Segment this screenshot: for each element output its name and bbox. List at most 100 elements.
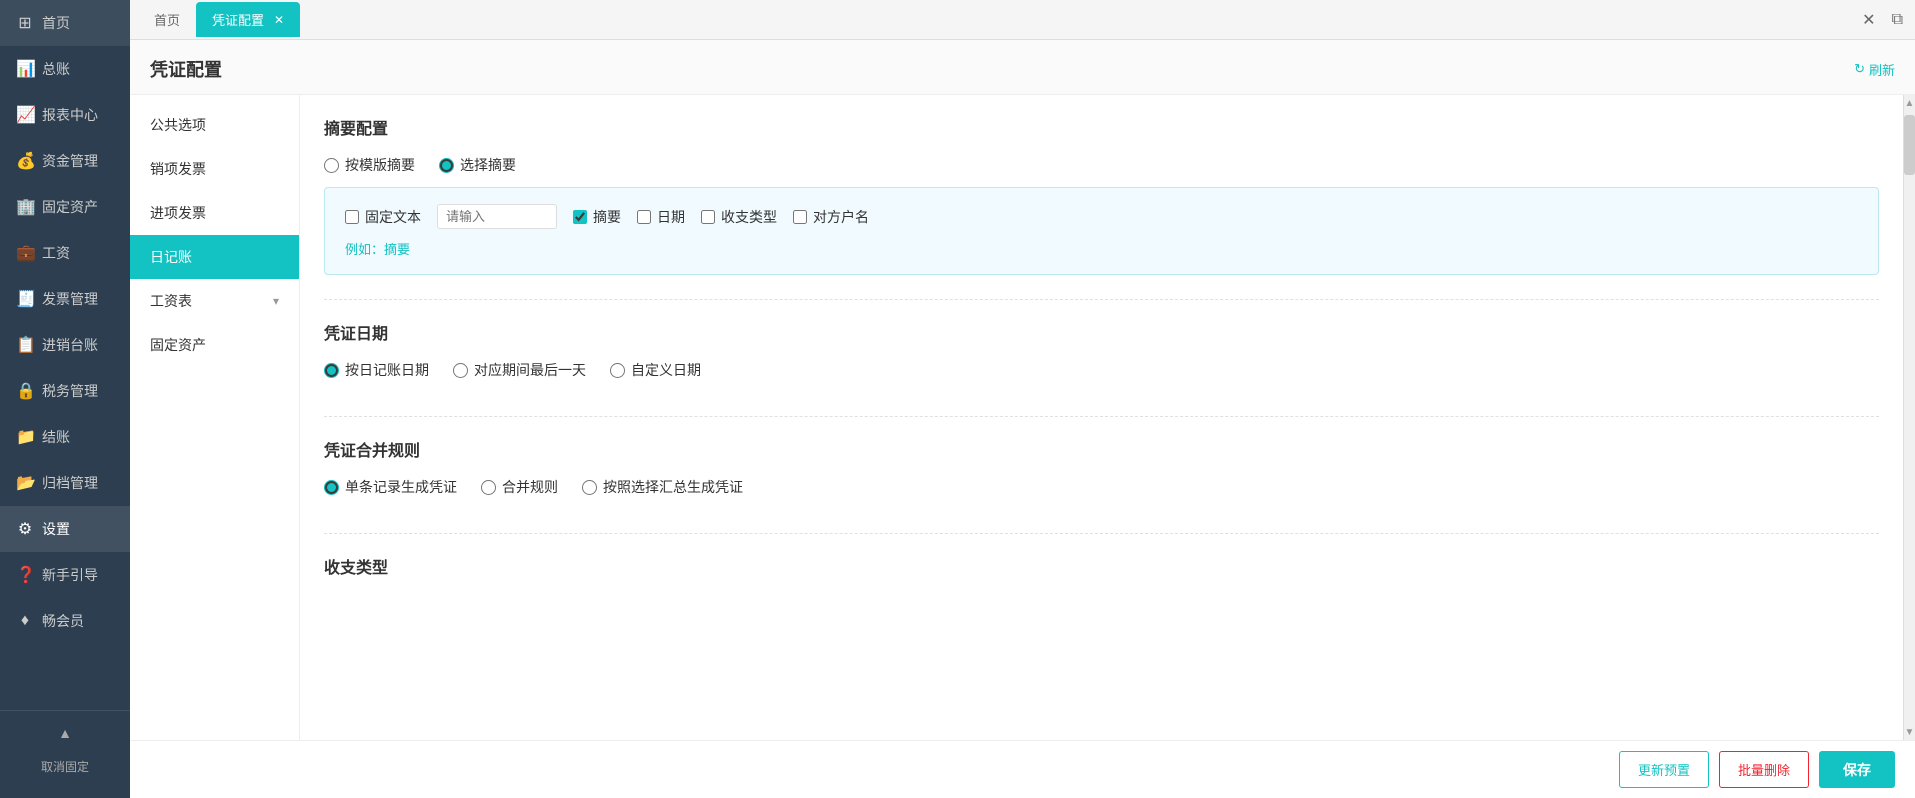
checkbox-date-label: 日期: [657, 207, 685, 227]
nav-item-fixed-assets[interactable]: 固定资产: [130, 323, 299, 367]
refresh-button[interactable]: ↻ 刷新: [1854, 60, 1895, 79]
radio-by-journal-date[interactable]: 按日记账日期: [324, 360, 429, 380]
sidebar-item-funds[interactable]: 💰 资金管理: [0, 138, 130, 184]
radio-template-abstract-input[interactable]: [324, 158, 339, 173]
sidebar-item-sales[interactable]: 📋 进销台账: [0, 322, 130, 368]
sales-icon: 📋: [16, 335, 34, 355]
sidebar-item-guide[interactable]: ❓ 新手引导: [0, 552, 130, 598]
tax-icon: 🔒: [16, 381, 34, 401]
sidebar-item-label: 报表中心: [42, 105, 98, 125]
scroll-up-arrow[interactable]: ▲: [1904, 95, 1915, 111]
sidebar-item-tax[interactable]: 🔒 税务管理: [0, 368, 130, 414]
sidebar-item-label: 畅会员: [42, 611, 84, 631]
settings-icon: ⚙: [16, 519, 34, 539]
nav-item-purchase-invoice[interactable]: 进项发票: [130, 191, 299, 235]
scroll-up-button[interactable]: ▲: [0, 721, 130, 745]
sidebar-item-settings[interactable]: ⚙ 设置: [0, 506, 130, 552]
radio-select-abstract-label: 选择摘要: [460, 155, 516, 175]
radio-template-abstract[interactable]: 按模版摘要: [324, 155, 415, 175]
tab-close-icon[interactable]: ✕: [274, 13, 284, 27]
sidebar-item-label: 首页: [42, 13, 70, 33]
sidebar-item-archive[interactable]: 📂 归档管理: [0, 460, 130, 506]
nav-item-salary-table[interactable]: 工资表 ▾: [130, 279, 299, 323]
radio-template-abstract-label: 按模版摘要: [345, 155, 415, 175]
tab-voucher-config-label: 凭证配置: [212, 10, 264, 29]
fixed-text-input[interactable]: [437, 204, 557, 229]
radio-custom-date[interactable]: 自定义日期: [610, 360, 701, 380]
sidebar-item-home[interactable]: ⊞ 首页: [0, 0, 130, 46]
checkbox-counterparty[interactable]: 对方户名: [793, 207, 869, 227]
update-preview-button[interactable]: 更新预置: [1619, 751, 1709, 788]
sidebar-item-member[interactable]: ♦ 畅会员: [0, 598, 130, 644]
checkbox-abstract-input[interactable]: [573, 210, 587, 224]
checkbox-counterparty-input[interactable]: [793, 210, 807, 224]
nav-purchase-invoice-label: 进项发票: [150, 203, 206, 223]
radio-by-journal-date-label: 按日记账日期: [345, 360, 429, 380]
tab-bar-actions: ✕ ⧉: [1858, 8, 1907, 32]
tab-home-label: 首页: [154, 10, 180, 29]
sidebar-item-assets[interactable]: 🏢 固定资产: [0, 184, 130, 230]
income-type-section-title: 收支类型: [324, 554, 1879, 578]
radio-single-input[interactable]: [324, 480, 339, 495]
sidebar: ⊞ 首页 📊 总账 📈 报表中心 💰 资金管理 🏢 固定资产 💼 工资 🧾 发票…: [0, 0, 130, 798]
nav-item-journal[interactable]: 日记账: [130, 235, 299, 279]
radio-select-abstract[interactable]: 选择摘要: [439, 155, 516, 175]
checkbox-counterparty-label: 对方户名: [813, 207, 869, 227]
radio-single-label: 单条记录生成凭证: [345, 477, 457, 497]
checkbox-income-type[interactable]: 收支类型: [701, 207, 777, 227]
member-icon: ♦: [16, 612, 34, 630]
radio-last-day-input[interactable]: [453, 363, 468, 378]
checkbox-income-type-input[interactable]: [701, 210, 715, 224]
radio-last-day[interactable]: 对应期间最后一天: [453, 360, 586, 380]
radio-merge-rule-input[interactable]: [481, 480, 496, 495]
nav-public-label: 公共选项: [150, 115, 206, 135]
nav-item-public[interactable]: 公共选项: [130, 103, 299, 147]
funds-icon: 💰: [16, 151, 34, 171]
tab-voucher-config[interactable]: 凭证配置 ✕: [196, 2, 300, 37]
checkbox-date[interactable]: 日期: [637, 207, 685, 227]
radio-by-selection-input[interactable]: [582, 480, 597, 495]
close-accounts-icon: 📁: [16, 427, 34, 447]
radio-by-journal-date-input[interactable]: [324, 363, 339, 378]
scroll-thumb[interactable]: [1904, 115, 1915, 175]
scroll-down-arrow[interactable]: ▼: [1904, 724, 1915, 740]
abstract-section-title: 摘要配置: [324, 115, 1879, 139]
window-close-button[interactable]: ✕: [1858, 8, 1879, 32]
refresh-icon: ↻: [1854, 61, 1865, 77]
checkbox-fixed-text-input[interactable]: [345, 210, 359, 224]
income-type-section: 收支类型: [324, 554, 1879, 618]
nav-item-sales-invoice[interactable]: 销项发票: [130, 147, 299, 191]
sidebar-item-invoice[interactable]: 🧾 发票管理: [0, 276, 130, 322]
inner-layout: 公共选项 销项发票 进项发票 日记账 工资表 ▾ 固定资产: [130, 95, 1915, 740]
nav-sales-invoice-label: 销项发票: [150, 159, 206, 179]
abstract-checkbox-row: 固定文本 摘要 日期: [345, 204, 1858, 229]
sidebar-item-salary[interactable]: 💼 工资: [0, 230, 130, 276]
radio-select-abstract-input[interactable]: [439, 158, 454, 173]
checkbox-fixed-text[interactable]: 固定文本: [345, 207, 421, 227]
nav-journal-label: 日记账: [150, 247, 192, 267]
radio-merge-rule-label: 合并规则: [502, 477, 558, 497]
unpin-button[interactable]: 取消固定: [0, 745, 130, 788]
assets-icon: 🏢: [16, 197, 34, 217]
salary-icon: 💼: [16, 243, 34, 263]
radio-merge-rule[interactable]: 合并规则: [481, 477, 558, 497]
sidebar-item-ledger[interactable]: 📊 总账: [0, 46, 130, 92]
sidebar-item-close[interactable]: 📁 结账: [0, 414, 130, 460]
page-title: 凭证配置: [150, 56, 222, 82]
window-restore-button[interactable]: ⧉: [1888, 9, 1907, 31]
radio-by-selection[interactable]: 按照选择汇总生成凭证: [582, 477, 743, 497]
archive-icon: 📂: [16, 473, 34, 493]
bottom-actions: 更新预置 批量删除 保存: [130, 740, 1915, 798]
checkbox-abstract[interactable]: 摘要: [573, 207, 621, 227]
batch-delete-button[interactable]: 批量删除: [1719, 751, 1809, 788]
radio-custom-date-input[interactable]: [610, 363, 625, 378]
merge-radio-group: 单条记录生成凭证 合并规则 按照选择汇总生成凭证: [324, 477, 1879, 497]
radio-single[interactable]: 单条记录生成凭证: [324, 477, 457, 497]
save-button[interactable]: 保存: [1819, 751, 1895, 788]
checkbox-date-input[interactable]: [637, 210, 651, 224]
tab-home[interactable]: 首页: [138, 2, 196, 37]
sidebar-item-reports[interactable]: 📈 报表中心: [0, 92, 130, 138]
sidebar-item-label: 固定资产: [42, 197, 98, 217]
radio-custom-date-label: 自定义日期: [631, 360, 701, 380]
sidebar-item-label: 总账: [42, 59, 70, 79]
